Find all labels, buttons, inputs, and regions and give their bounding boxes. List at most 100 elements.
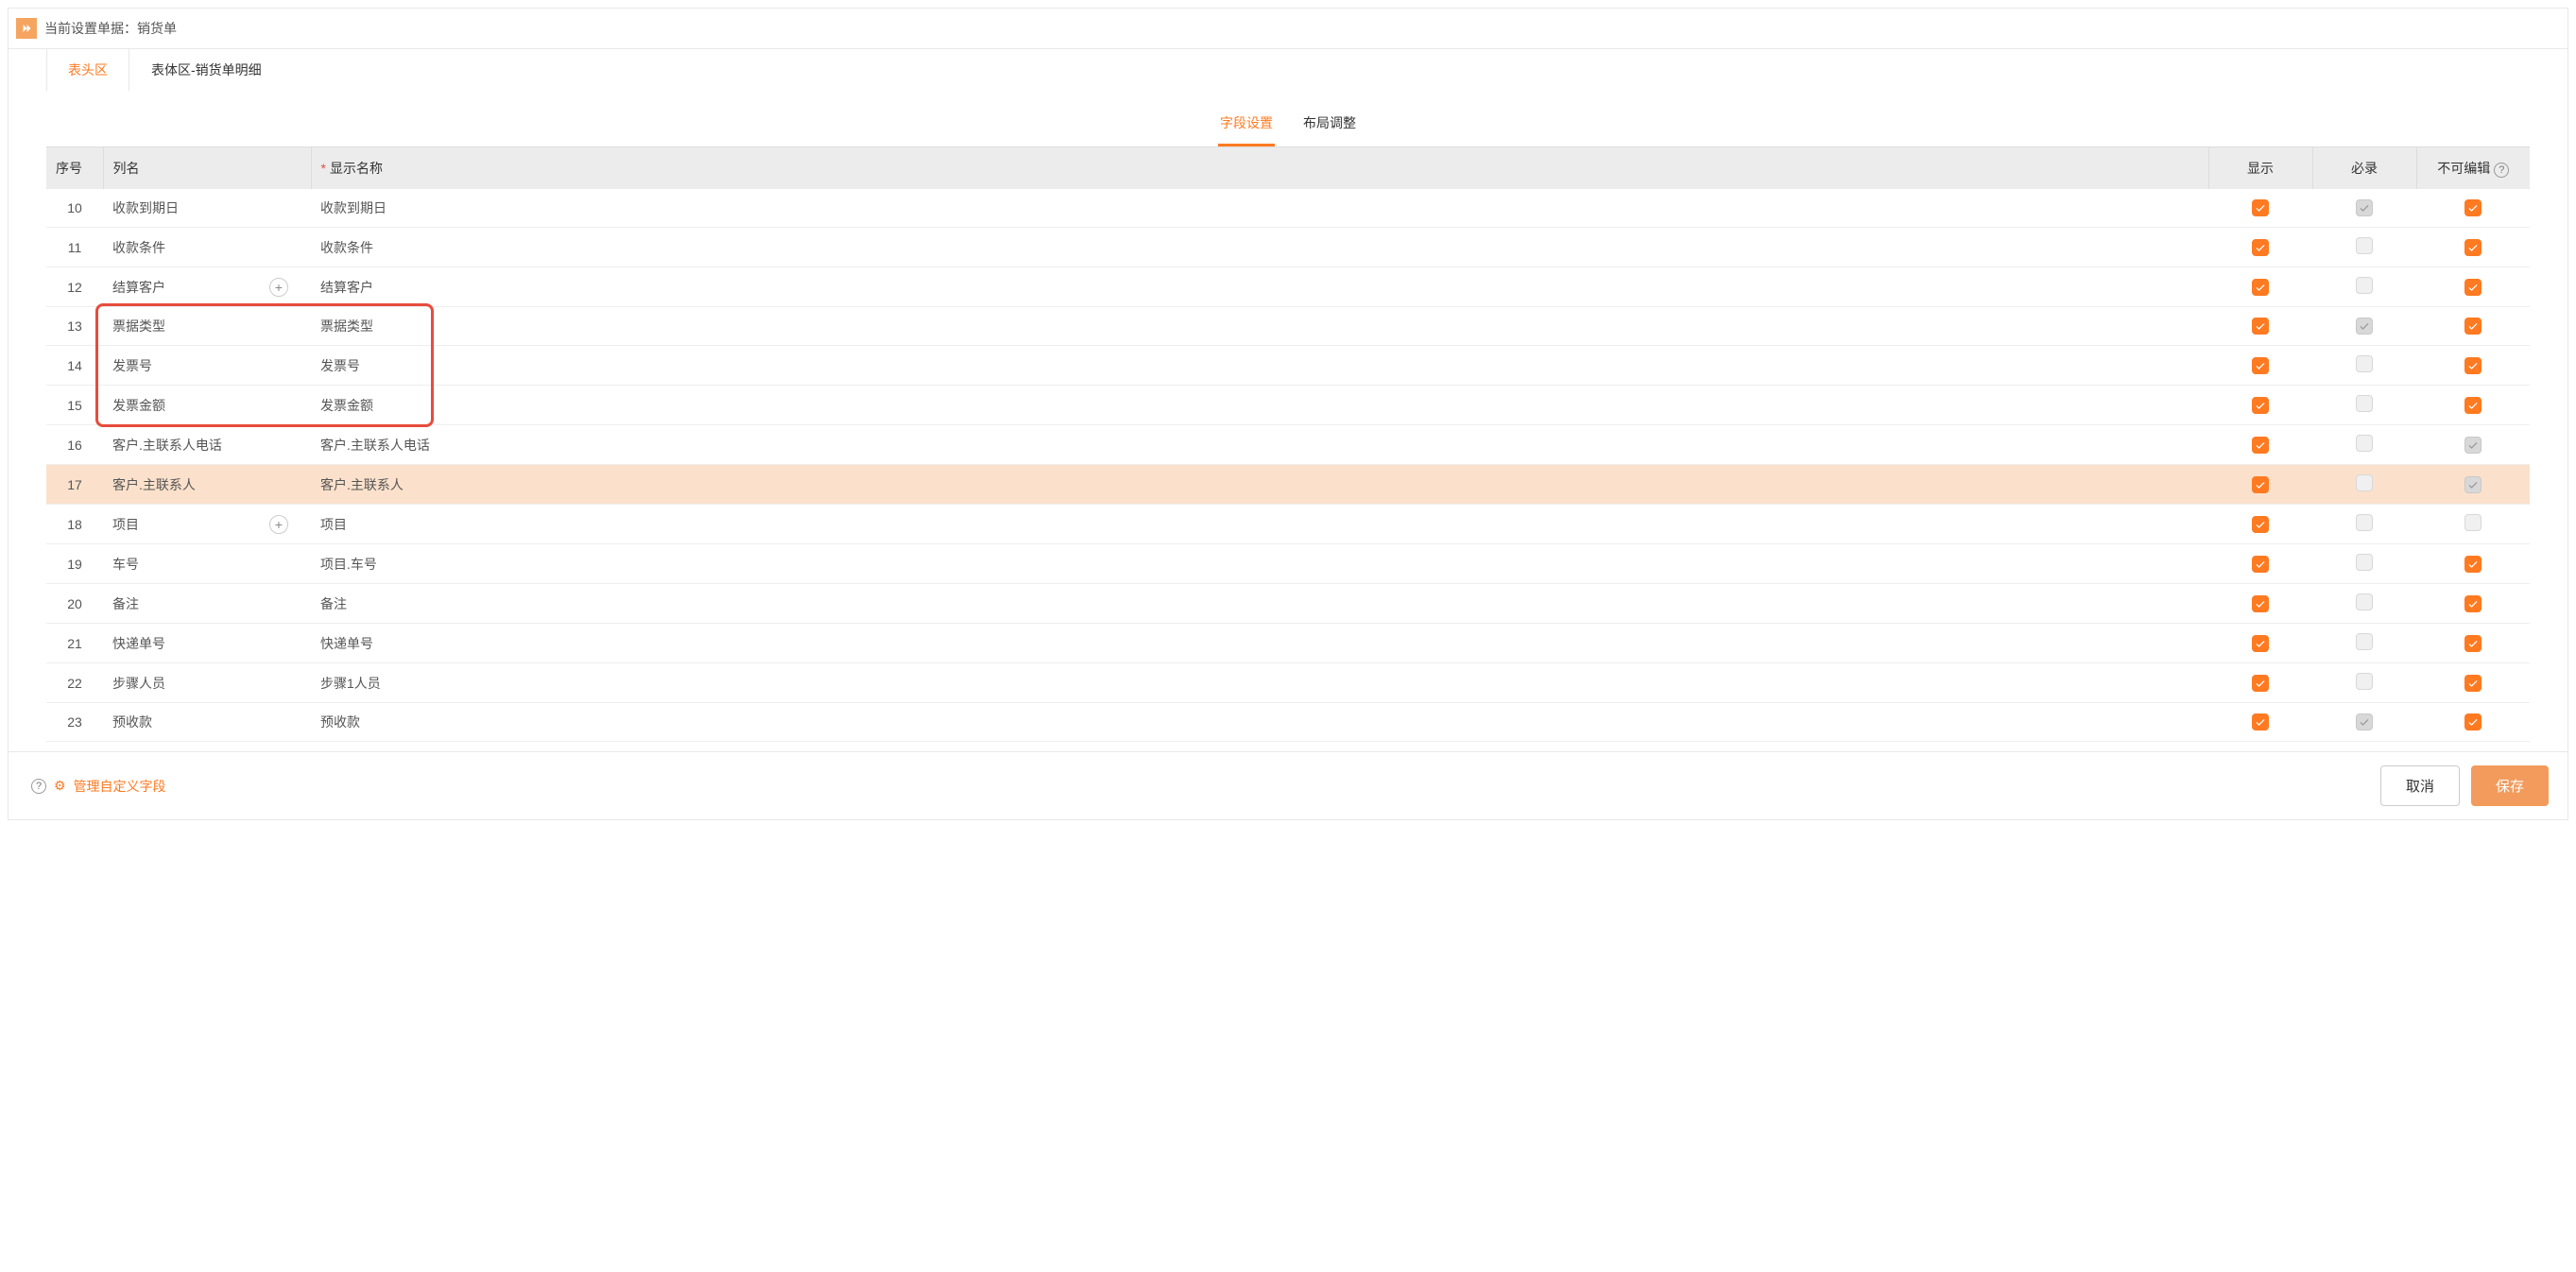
table-row[interactable]: 22步骤人员步骤1人员	[46, 663, 2530, 703]
checkbox-readonly[interactable]	[2464, 318, 2482, 335]
table-row[interactable]: 13票据类型票据类型	[46, 307, 2530, 346]
table-row[interactable]: 11收款条件收款条件	[46, 228, 2530, 267]
cell-display[interactable]: 客户.主联系人电话	[311, 425, 2208, 465]
checkbox-readonly[interactable]	[2464, 239, 2482, 256]
checkbox-readonly[interactable]	[2464, 713, 2482, 731]
checkbox-required	[2356, 713, 2373, 731]
checkbox-readonly[interactable]	[2464, 635, 2482, 652]
cell-required	[2312, 425, 2416, 465]
checkbox-readonly[interactable]	[2464, 357, 2482, 374]
checkbox-required	[2356, 633, 2373, 650]
checkbox-show[interactable]	[2252, 357, 2269, 374]
table-row[interactable]: 12结算客户+结算客户	[46, 267, 2530, 307]
cell-readonly	[2416, 346, 2530, 386]
checkbox-show[interactable]	[2252, 318, 2269, 335]
save-button[interactable]: 保存	[2471, 765, 2549, 806]
table-row[interactable]: 21快递单号快递单号	[46, 624, 2530, 663]
checkbox-show[interactable]	[2252, 437, 2269, 454]
cell-display[interactable]: 步骤1人员	[311, 663, 2208, 703]
checkbox-show[interactable]	[2252, 476, 2269, 493]
table-row[interactable]: 17客户.主联系人客户.主联系人	[46, 465, 2530, 505]
cell-display[interactable]: 预收款	[311, 703, 2208, 742]
cell-show	[2208, 505, 2312, 544]
cell-name: 收款条件	[103, 228, 311, 267]
checkbox-show[interactable]	[2252, 239, 2269, 256]
footer-help-icon[interactable]: ?	[31, 779, 46, 794]
checkbox-show[interactable]	[2252, 556, 2269, 573]
table-row[interactable]: 16 客户.主联系人电话 客户.主联系人电话	[46, 425, 2530, 465]
sub-tab-layout-adjust[interactable]: 布局调整	[1301, 106, 1358, 146]
checkbox-readonly	[2464, 514, 2482, 531]
checkbox-required	[2356, 554, 2373, 571]
cell-show	[2208, 425, 2312, 465]
sub-tabs: 字段设置 布局调整	[9, 93, 2567, 146]
table-row[interactable]: 14发票号发票号	[46, 346, 2530, 386]
checkbox-required	[2356, 237, 2373, 254]
checkbox-readonly[interactable]	[2464, 279, 2482, 296]
cell-required	[2312, 386, 2416, 425]
cell-display[interactable]: 项目	[311, 505, 2208, 544]
cell-name: 结算客户+	[103, 267, 311, 307]
plus-icon[interactable]: +	[269, 515, 288, 534]
cell-display[interactable]: 发票号	[311, 346, 2208, 386]
cell-show	[2208, 307, 2312, 346]
checkbox-show[interactable]	[2252, 516, 2269, 533]
cell-name: 预收款	[103, 703, 311, 742]
cell-display[interactable]: 客户.主联系人	[311, 465, 2208, 505]
cell-show	[2208, 267, 2312, 307]
cell-display[interactable]: 收款条件	[311, 228, 2208, 267]
cancel-button[interactable]: 取消	[2380, 765, 2460, 806]
manage-custom-fields-link[interactable]: 管理自定义字段	[74, 777, 166, 796]
checkbox-readonly[interactable]	[2464, 675, 2482, 692]
cell-display[interactable]: 快递单号	[311, 624, 2208, 663]
cell-required	[2312, 307, 2416, 346]
table-row[interactable]: 20备注备注	[46, 584, 2530, 624]
checkbox-required	[2356, 355, 2373, 372]
col-readonly: 不可编辑?	[2416, 147, 2530, 190]
cell-display[interactable]: 收款到期日	[311, 189, 2208, 228]
cell-display[interactable]: 项目.车号	[311, 544, 2208, 584]
cell-display[interactable]: 备注	[311, 584, 2208, 624]
name-text: 备注	[112, 594, 139, 613]
checkbox-show[interactable]	[2252, 713, 2269, 731]
checkbox-show[interactable]	[2252, 397, 2269, 414]
cell-name: 发票号	[103, 346, 311, 386]
cell-required	[2312, 544, 2416, 584]
help-icon[interactable]: ?	[2494, 163, 2509, 178]
name-text: 快递单号	[112, 634, 165, 653]
table-row[interactable]: 15发票金额发票金额	[46, 386, 2530, 425]
cell-seq: 18	[46, 505, 103, 544]
plus-icon[interactable]: +	[269, 278, 288, 297]
tab-header-area[interactable]: 表头区	[46, 48, 129, 92]
checkbox-readonly[interactable]	[2464, 199, 2482, 216]
checkbox-readonly[interactable]	[2464, 397, 2482, 414]
cell-name: 客户.主联系人	[103, 465, 311, 505]
checkbox-required	[2356, 593, 2373, 610]
sub-tab-field-settings[interactable]: 字段设置	[1218, 106, 1275, 146]
checkbox-readonly[interactable]	[2464, 595, 2482, 612]
cell-display[interactable]: 票据类型	[311, 307, 2208, 346]
cell-seq: 13	[46, 307, 103, 346]
cell-required	[2312, 465, 2416, 505]
table-row[interactable]: 18项目+项目	[46, 505, 2530, 544]
cell-display[interactable]: 发票金额	[311, 386, 2208, 425]
checkbox-show[interactable]	[2252, 675, 2269, 692]
checkbox-show[interactable]	[2252, 595, 2269, 612]
name-text: 客户.主联系人电话	[112, 436, 222, 455]
table-row[interactable]: 10收款到期日收款到期日	[46, 189, 2530, 228]
table-row[interactable]: 19车号项目.车号	[46, 544, 2530, 584]
tab-body-area[interactable]: 表体区-销货单明细	[129, 48, 283, 92]
cell-name: 快递单号	[103, 624, 311, 663]
cell-seq: 10	[46, 189, 103, 228]
cell-display[interactable]: 结算客户	[311, 267, 2208, 307]
checkbox-show[interactable]	[2252, 635, 2269, 652]
checkbox-readonly[interactable]	[2464, 556, 2482, 573]
col-display-name: *显示名称	[311, 147, 2208, 190]
checkbox-show[interactable]	[2252, 199, 2269, 216]
gear-icon: ⚙	[54, 778, 66, 794]
checkbox-show[interactable]	[2252, 279, 2269, 296]
cell-seq: 16	[46, 425, 103, 465]
table-row[interactable]: 23预收款预收款	[46, 703, 2530, 742]
cell-name: 步骤人员	[103, 663, 311, 703]
expand-panel-button[interactable]	[16, 18, 37, 39]
